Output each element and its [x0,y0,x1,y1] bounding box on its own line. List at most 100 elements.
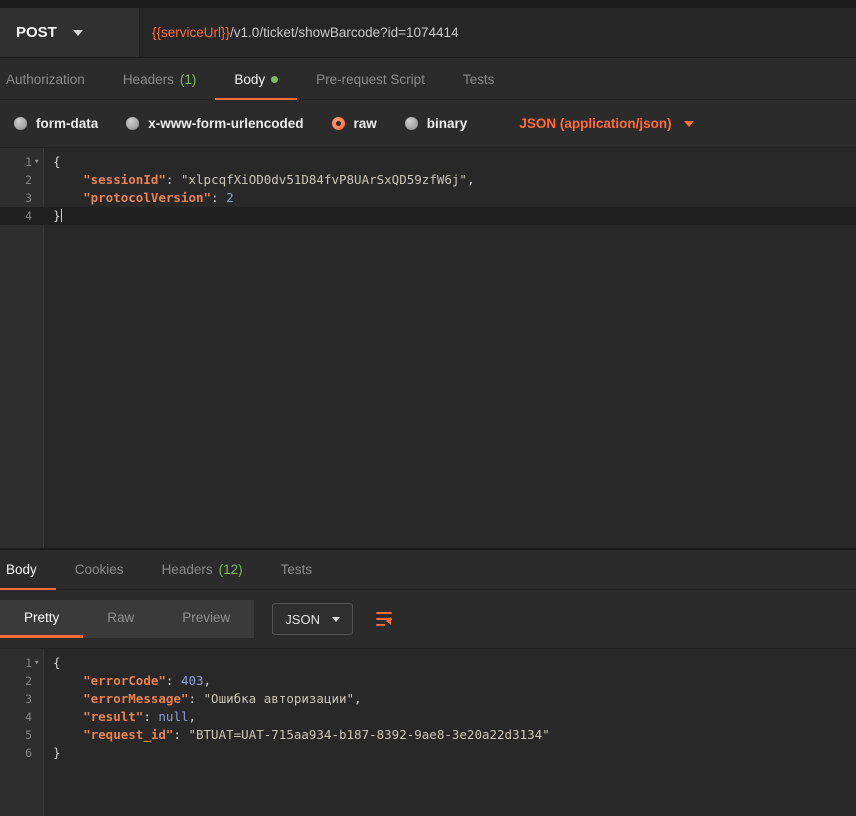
line-number: 2 [25,173,32,187]
radio-icon [14,117,27,130]
response-code-lines: 1 ▾{2 "errorCode": 403, 3 "errorMessage": … [0,649,856,762]
response-toolbar: Pretty Raw Preview JSON [0,590,856,649]
tab-cookies[interactable]: Cookies [56,562,143,590]
tab-label: Pre-request Script [316,72,425,87]
code-line: 1 ▾ { [0,153,856,171]
view-pretty-button[interactable]: Pretty [0,600,84,638]
line-gutter: 1 ▾ [0,153,45,171]
request-url-bar: POST {{serviceUrl}}/v1.0/ticket/showBarc… [0,8,856,58]
code-text: "result": null, [83,709,197,724]
line-gutter: 3 [0,189,45,207]
wrap-text-icon [375,612,392,626]
code-text: "sessionId": "xlpcqfXiOD0dv51D84fvP8UArS… [83,172,475,187]
code-line: 5 "request_id": "BTUAT=UAT-715aa934-b187… [0,726,856,744]
line-number: 6 [25,746,32,760]
body-dot-icon [271,76,279,83]
code-line: 2 "errorCode": 403, [0,672,856,690]
request-body-editor[interactable]: 1 ▾ {2 "sessionId": "xlpcqfXiOD0dv51D84fvP… [0,148,856,548]
code-text: } [53,745,61,760]
method-select[interactable]: POST [0,8,140,57]
radio-selected-icon [331,117,345,130]
tab-label: Body [234,72,266,87]
line-gutter: 3 [0,690,45,708]
line-gutter: 4 [0,708,45,726]
radio-x-www-form-urlencoded[interactable]: x-www-form-urlencoded [126,116,304,131]
line-number: 3 [25,692,32,706]
fold-caret-icon[interactable]: ▾ [32,153,45,171]
radio-icon [126,117,140,130]
view-mode-group: Pretty Raw Preview [0,600,255,638]
url-variable: {{serviceUrl}} [152,25,231,40]
response-format-select[interactable]: JSON [272,603,353,635]
method-label: POST [16,24,57,41]
tab-tests[interactable]: Tests [444,72,514,100]
text-cursor [60,209,62,222]
tab-authorization[interactable]: Authorization [0,72,104,100]
format-label: JSON [285,611,320,627]
tab-label: Cookies [74,562,124,577]
headers-count-badge: (1) [179,72,197,87]
line-gutter: 2 [0,171,45,189]
tab-label: Tests [280,562,313,577]
view-preview-button[interactable]: Preview [158,600,254,638]
response-body-editor[interactable]: 1 ▾{2 "errorCode": 403, 3 "errorMessage": … [0,649,856,816]
line-number: 4 [25,209,32,223]
code-text: "errorCode": 403, [83,673,212,688]
code-line: 4 "result": null, [0,708,856,726]
tab-label: Body [6,562,37,577]
tab-label: Headers [161,562,213,577]
line-number: 3 [25,191,32,205]
line-number: 1 [25,656,32,670]
radio-form-data[interactable]: form-data [14,116,98,131]
line-gutter: 4 [0,207,45,225]
url-path: /v1.0/ticket/showBarcode?id=1074414 [230,25,459,40]
code-text: { [53,154,61,169]
radio-label: form-data [36,116,99,131]
tab-body[interactable]: Body [215,72,298,100]
radio-label: x-www-form-urlencoded [148,116,304,131]
request-tabs: Authorization Headers (1) Body Pre-reque… [0,58,856,100]
tab-response-headers[interactable]: Headers (12) [143,562,262,590]
line-gutter: 2 [0,672,45,690]
tab-response-body[interactable]: Body [0,562,56,590]
radio-raw[interactable]: raw [331,116,377,131]
line-gutter: 6 [0,744,45,762]
radio-binary[interactable]: binary [404,116,468,131]
tab-response-tests[interactable]: Tests [262,562,332,590]
tab-label: Headers [122,72,174,87]
radio-label: binary [426,116,468,131]
content-type-label: JSON (application/json) [519,116,672,131]
content-type-select[interactable]: JSON (application/json) [519,116,694,131]
view-raw-button[interactable]: Raw [83,600,158,638]
seg-label: Raw [107,610,135,625]
code-text: "protocolVersion": 2 [83,190,234,205]
line-number: 2 [25,674,32,688]
code-line: 6} [0,744,856,762]
code-line: 3 "errorMessage": "Ошибка авторизации", [0,690,856,708]
body-type-bar: form-data x-www-form-urlencoded raw bina… [0,100,856,148]
tab-label: Authorization [6,72,85,87]
code-line: 4} [0,207,856,225]
fold-caret-icon[interactable]: ▾ [32,654,45,672]
line-number: 1 [25,155,32,169]
chevron-down-icon [331,616,340,622]
request-code-lines: 1 ▾ {2 "sessionId": "xlpcqfXiOD0dv51D84fvP… [0,148,856,225]
line-number: 4 [25,710,32,724]
response-tabs: Body Cookies Headers (12) Tests [0,548,856,590]
url-input[interactable]: {{serviceUrl}}/v1.0/ticket/showBarcode?i… [140,8,856,57]
code-text: { [53,655,61,670]
wrap-text-button[interactable] [371,606,397,632]
code-line: 3 "protocolVersion": 2 [0,189,856,207]
tab-headers[interactable]: Headers (1) [104,72,216,100]
tab-pre-request-script[interactable]: Pre-request Script [297,72,444,100]
headers-count-badge: (12) [218,562,243,577]
tab-label: Tests [462,72,495,87]
radio-label: raw [353,116,377,131]
code-text: } [53,208,62,223]
chevron-down-icon [683,120,694,127]
seg-label: Pretty [24,610,60,625]
line-gutter: 1 ▾ [0,654,45,672]
window-top-edge [0,0,856,8]
line-number: 5 [25,728,32,742]
code-line: 1 ▾ { [0,654,856,672]
